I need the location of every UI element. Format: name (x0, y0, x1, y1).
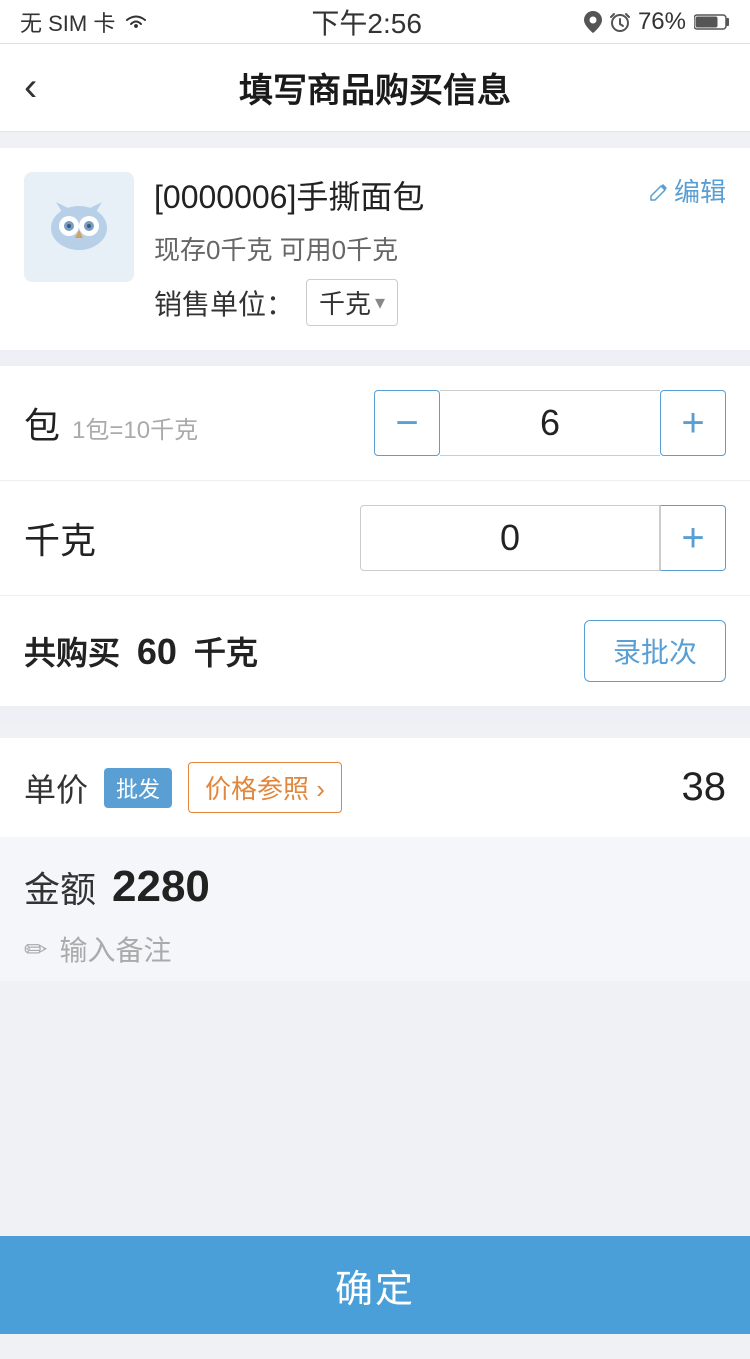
batch-button[interactable]: 录批次 (584, 620, 726, 682)
unit-dropdown-icon: ▾ (375, 290, 385, 315)
wifi-icon (123, 12, 149, 32)
bag-input-section: 包 1包=10千克 − + (0, 366, 750, 480)
alarm-icon (610, 11, 630, 33)
price-tag: 批发 (104, 768, 172, 808)
summary-unit: 千克 (194, 635, 258, 671)
price-section: 单价 批发 价格参照 › 38 (0, 738, 750, 837)
edit-label: 编辑 (674, 172, 726, 209)
bag-input[interactable] (440, 390, 660, 456)
bottom-space (0, 981, 750, 1261)
location-icon (584, 11, 602, 33)
confirm-label: 确定 (335, 1258, 415, 1313)
amount-section: 金额 2280 ✏ 输入备注 (0, 837, 750, 981)
edit-button[interactable]: 编辑 (648, 172, 726, 209)
kg-label: 千克 (24, 512, 96, 564)
bag-stepper: − + (374, 390, 726, 456)
bag-input-row: 包 1包=10千克 − + (24, 366, 726, 480)
page-title: 填写商品购买信息 (239, 63, 511, 112)
battery-percent: 76% (638, 8, 686, 36)
price-value: 38 (682, 765, 727, 810)
product-stock: 现存0千克 可用0千克 (154, 230, 726, 267)
kg-input-section: 千克 + (0, 481, 750, 595)
kg-increment-button[interactable]: + (660, 505, 726, 571)
product-name: [0000006]手撕面包 (154, 172, 726, 218)
sim-indicator: 无 SIM 卡 (20, 6, 115, 38)
edit-icon (648, 180, 670, 202)
summary-prefix: 共购买 (24, 635, 120, 671)
unit-label: 销售单位： (154, 283, 294, 323)
summary-text: 共购买 60 千克 (24, 628, 258, 674)
amount-value: 2280 (112, 862, 210, 912)
nav-bar: ‹ 填写商品购买信息 (0, 44, 750, 132)
status-right: 76% (584, 8, 730, 36)
bag-label: 包 (24, 397, 60, 449)
unit-select[interactable]: 千克 ▾ (306, 279, 398, 326)
kg-stepper: + (360, 505, 726, 571)
product-card: [0000006]手撕面包 现存0千克 可用0千克 销售单位： 千克 ▾ 编辑 (0, 148, 750, 350)
section-divider-1 (0, 350, 750, 366)
note-row[interactable]: ✏ 输入备注 (24, 929, 726, 969)
summary-row: 共购买 60 千克 录批次 (0, 596, 750, 706)
note-placeholder: 输入备注 (59, 929, 171, 969)
back-button[interactable]: ‹ (24, 65, 37, 110)
kg-label-group: 千克 (24, 512, 360, 564)
amount-label: 金额 (24, 861, 96, 913)
product-logo-icon (44, 200, 114, 255)
product-info: [0000006]手撕面包 现存0千克 可用0千克 销售单位： 千克 ▾ (154, 172, 726, 326)
summary-amount: 60 (137, 631, 177, 672)
status-left: 无 SIM 卡 (20, 6, 149, 38)
price-ref-button[interactable]: 价格参照 › (188, 762, 342, 813)
unit-value: 千克 (319, 284, 371, 321)
product-image (24, 172, 134, 282)
product-unit-row: 销售单位： 千克 ▾ (154, 279, 726, 326)
status-time: 下午2:56 (311, 2, 422, 42)
confirm-bar[interactable]: 确定 (0, 1236, 750, 1334)
note-icon: ✏ (24, 933, 47, 966)
price-label: 单价 (24, 765, 88, 811)
status-bar: 无 SIM 卡 下午2:56 76% (0, 0, 750, 44)
price-row: 单价 批发 价格参照 › 38 (24, 762, 726, 813)
section-divider-2 (0, 706, 750, 722)
kg-input-row: 千克 + (24, 481, 726, 595)
bag-sub-label: 1包=10千克 (72, 410, 198, 445)
bag-label-group: 包 1包=10千克 (24, 397, 374, 449)
kg-input[interactable] (360, 505, 660, 571)
bag-decrement-button[interactable]: − (374, 390, 440, 456)
battery-icon (694, 13, 730, 31)
bag-increment-button[interactable]: + (660, 390, 726, 456)
amount-row: 金额 2280 (24, 861, 726, 913)
